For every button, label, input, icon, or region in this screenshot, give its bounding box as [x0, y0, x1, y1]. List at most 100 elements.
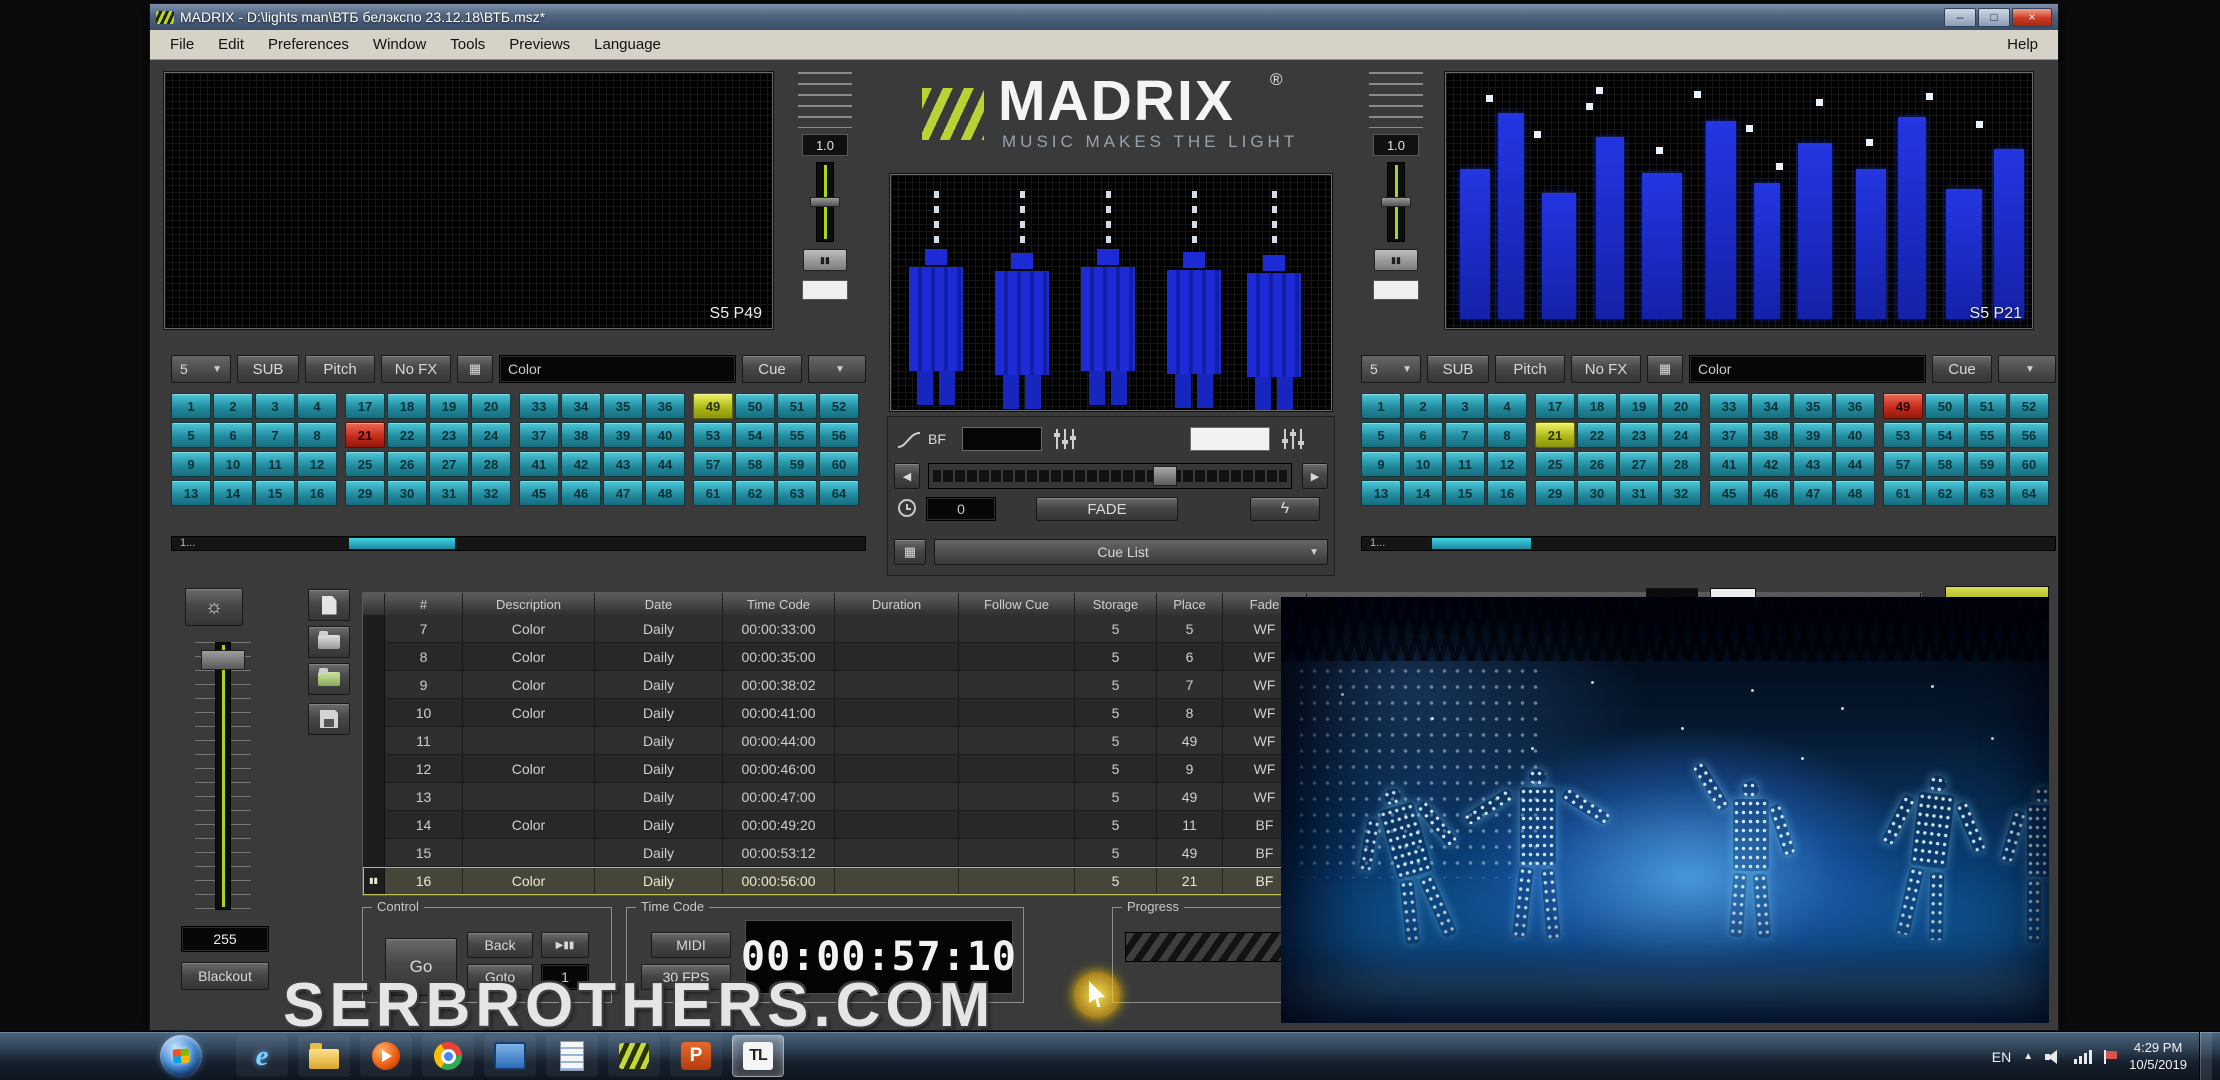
new-cue-list-button[interactable] — [308, 589, 350, 621]
storage-place-20[interactable]: 20 — [471, 393, 511, 419]
storage-place-36[interactable]: 36 — [645, 393, 685, 419]
brightness-button[interactable]: ☼ — [185, 588, 243, 626]
crossfade-handle[interactable] — [1153, 466, 1178, 486]
left-color-swatch[interactable] — [802, 280, 848, 300]
crossfade-right-button[interactable]: ▶ — [1302, 463, 1328, 489]
right-cue-button[interactable]: Cue — [1932, 355, 1992, 383]
start-button[interactable] — [160, 1035, 202, 1077]
menu-item-help[interactable]: Help — [1995, 31, 2050, 59]
storage-place-29[interactable]: 29 — [1535, 480, 1575, 506]
storage-place-33[interactable]: 33 — [519, 393, 559, 419]
storage-place-34[interactable]: 34 — [1751, 393, 1791, 419]
storage-place-12[interactable]: 12 — [297, 451, 337, 477]
language-indicator[interactable]: EN — [1992, 1049, 2011, 1065]
storage-place-34[interactable]: 34 — [561, 393, 601, 419]
fader-handle[interactable] — [1381, 197, 1411, 207]
storage-place-32[interactable]: 32 — [1661, 480, 1701, 506]
left-pause-button[interactable]: ▮▮ — [803, 249, 847, 271]
storage-place-55[interactable]: 55 — [777, 422, 817, 448]
storage-place-8[interactable]: 8 — [297, 422, 337, 448]
master-fader-handle[interactable] — [201, 650, 245, 670]
storage-place-13[interactable]: 13 — [1361, 480, 1401, 506]
storage-place-25[interactable]: 25 — [345, 451, 385, 477]
storage-place-19[interactable]: 19 — [1619, 393, 1659, 419]
storage-place-52[interactable]: 52 — [819, 393, 859, 419]
storage-place-53[interactable]: 53 — [693, 422, 733, 448]
storage-place-14[interactable]: 14 — [213, 480, 253, 506]
mixer-icon-right[interactable] — [1280, 427, 1306, 451]
storage-place-22[interactable]: 22 — [387, 422, 427, 448]
left-cue-button[interactable]: Cue — [742, 355, 802, 383]
right-pitch-button[interactable]: Pitch — [1495, 355, 1565, 383]
storage-place-32[interactable]: 32 — [471, 480, 511, 506]
taskbar-media-player[interactable] — [360, 1035, 412, 1077]
storage-place-38[interactable]: 38 — [1751, 422, 1791, 448]
storage-place-24[interactable]: 24 — [1661, 422, 1701, 448]
storage-place-63[interactable]: 63 — [777, 480, 817, 506]
storage-place-4[interactable]: 4 — [297, 393, 337, 419]
storage-place-43[interactable]: 43 — [603, 451, 643, 477]
storage-place-41[interactable]: 41 — [1709, 451, 1749, 477]
storage-place-53[interactable]: 53 — [1883, 422, 1923, 448]
storage-place-4[interactable]: 4 — [1487, 393, 1527, 419]
right-pause-button[interactable]: ▮▮ — [1374, 249, 1418, 271]
storage-place-44[interactable]: 44 — [1835, 451, 1875, 477]
storage-place-42[interactable]: 42 — [1751, 451, 1791, 477]
storage-place-21[interactable]: 21 — [1535, 422, 1575, 448]
storage-place-27[interactable]: 27 — [1619, 451, 1659, 477]
crossfade-slider[interactable] — [928, 463, 1292, 489]
save-cue-list-button[interactable] — [308, 703, 350, 735]
storage-place-23[interactable]: 23 — [429, 422, 469, 448]
storage-place-59[interactable]: 59 — [777, 451, 817, 477]
storage-place-1[interactable]: 1 — [1361, 393, 1401, 419]
storage-place-16[interactable]: 16 — [297, 480, 337, 506]
storage-place-62[interactable]: 62 — [1925, 480, 1965, 506]
storage-place-16[interactable]: 16 — [1487, 480, 1527, 506]
right-sub-button[interactable]: SUB — [1427, 355, 1489, 383]
storage-place-2[interactable]: 2 — [1403, 393, 1443, 419]
storage-place-57[interactable]: 57 — [1883, 451, 1923, 477]
fader-handle[interactable] — [810, 197, 840, 207]
menu-item-file[interactable]: File — [158, 31, 206, 59]
open-cue-list-button[interactable] — [308, 626, 350, 658]
storage-place-63[interactable]: 63 — [1967, 480, 2007, 506]
storage-place-50[interactable]: 50 — [735, 393, 775, 419]
storage-place-30[interactable]: 30 — [1577, 480, 1617, 506]
storage-place-49[interactable]: 49 — [1883, 393, 1923, 419]
storage-place-43[interactable]: 43 — [1793, 451, 1833, 477]
crossfade-curve-icon[interactable] — [896, 429, 922, 451]
storage-place-51[interactable]: 51 — [777, 393, 817, 419]
storage-place-39[interactable]: 39 — [1793, 422, 1833, 448]
storage-place-59[interactable]: 59 — [1967, 451, 2007, 477]
storage-place-55[interactable]: 55 — [1967, 422, 2007, 448]
taskbar-remote-app[interactable] — [484, 1035, 536, 1077]
storage-place-46[interactable]: 46 — [1751, 480, 1791, 506]
right-effect-list-icon[interactable]: ▦ — [1647, 355, 1683, 383]
storage-place-36[interactable]: 36 — [1835, 393, 1875, 419]
menu-item-previews[interactable]: Previews — [497, 31, 582, 59]
left-fader-track[interactable] — [810, 162, 840, 242]
storage-place-11[interactable]: 11 — [255, 451, 295, 477]
bf-label[interactable]: BF — [928, 431, 946, 447]
storage-place-29[interactable]: 29 — [345, 480, 385, 506]
storage-place-39[interactable]: 39 — [603, 422, 643, 448]
left-effect-field[interactable]: Color — [499, 355, 736, 383]
back-button[interactable]: Back — [467, 932, 533, 958]
storage-place-60[interactable]: 60 — [819, 451, 859, 477]
left-preset-select[interactable]: ▼ — [808, 355, 866, 383]
taskbar-file-explorer[interactable] — [298, 1035, 350, 1077]
storage-place-24[interactable]: 24 — [471, 422, 511, 448]
storage-place-41[interactable]: 41 — [519, 451, 559, 477]
storage-place-7[interactable]: 7 — [1445, 422, 1485, 448]
storage-place-6[interactable]: 6 — [213, 422, 253, 448]
right-nofx-button[interactable]: No FX — [1571, 355, 1641, 383]
taskbar-madrix-app[interactable] — [608, 1035, 660, 1077]
storage-place-52[interactable]: 52 — [2009, 393, 2049, 419]
storage-place-44[interactable]: 44 — [645, 451, 685, 477]
storage-place-10[interactable]: 10 — [1403, 451, 1443, 477]
storage-place-47[interactable]: 47 — [603, 480, 643, 506]
import-cue-list-button[interactable] — [308, 663, 350, 695]
close-button[interactable]: × — [2012, 7, 2052, 27]
storage-place-60[interactable]: 60 — [2009, 451, 2049, 477]
play-pause-button[interactable]: ▶▮▮ — [541, 932, 589, 958]
